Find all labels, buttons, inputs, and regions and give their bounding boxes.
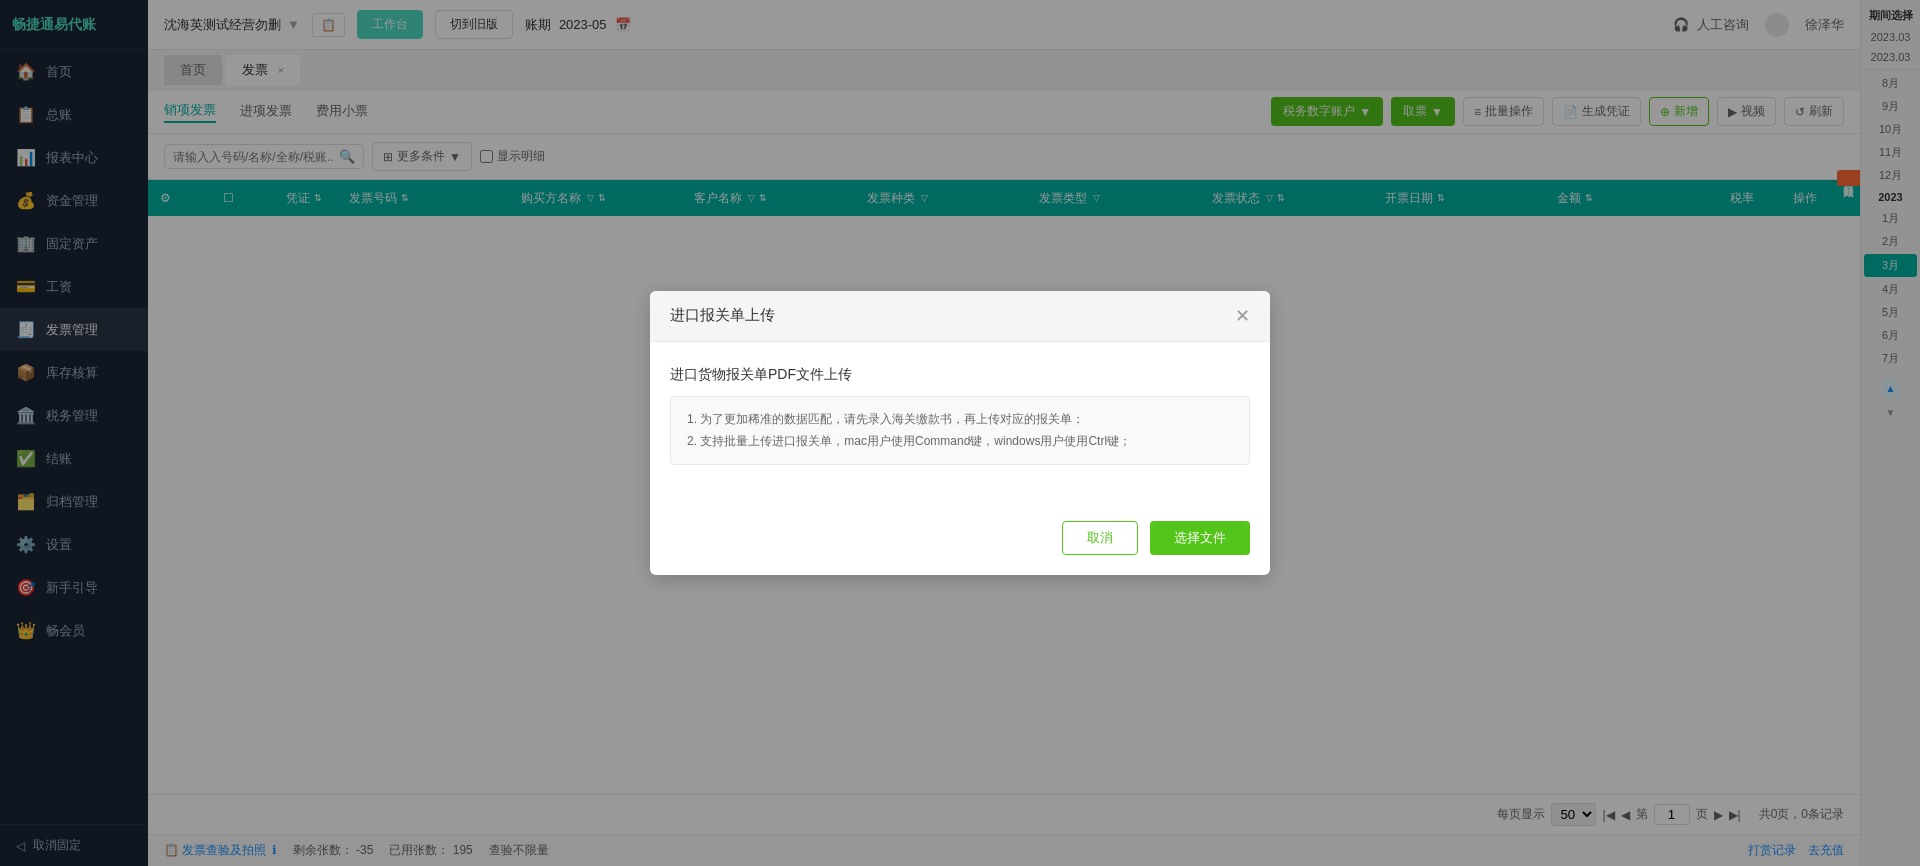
modal-body: 进口货物报关单PDF文件上传 1. 为了更加稀准的数据匹配，请先录入海关缴款书，… (650, 342, 1270, 509)
modal-dialog: 进口报关单上传 ✕ 进口货物报关单PDF文件上传 1. 为了更加稀准的数据匹配，… (650, 291, 1270, 575)
modal-tip-1: 1. 为了更加稀准的数据匹配，请先录入海关缴款书，再上传对应的报关单； (687, 409, 1233, 431)
modal-section-title: 进口货物报关单PDF文件上传 (670, 366, 1250, 384)
modal-overlay: 进口报关单上传 ✕ 进口货物报关单PDF文件上传 1. 为了更加稀准的数据匹配，… (0, 0, 1920, 866)
modal-footer: 取消 选择文件 (650, 509, 1270, 575)
modal-close-button[interactable]: ✕ (1235, 305, 1250, 327)
modal-title: 进口报关单上传 (670, 306, 775, 325)
cancel-button[interactable]: 取消 (1062, 521, 1138, 555)
modal-header: 进口报关单上传 ✕ (650, 291, 1270, 342)
modal-info-box: 1. 为了更加稀准的数据匹配，请先录入海关缴款书，再上传对应的报关单； 2. 支… (670, 396, 1250, 465)
modal-tip-2: 2. 支持批量上传进口报关单，mac用户使用Command键，windows用户… (687, 431, 1233, 453)
select-file-button[interactable]: 选择文件 (1150, 521, 1250, 555)
